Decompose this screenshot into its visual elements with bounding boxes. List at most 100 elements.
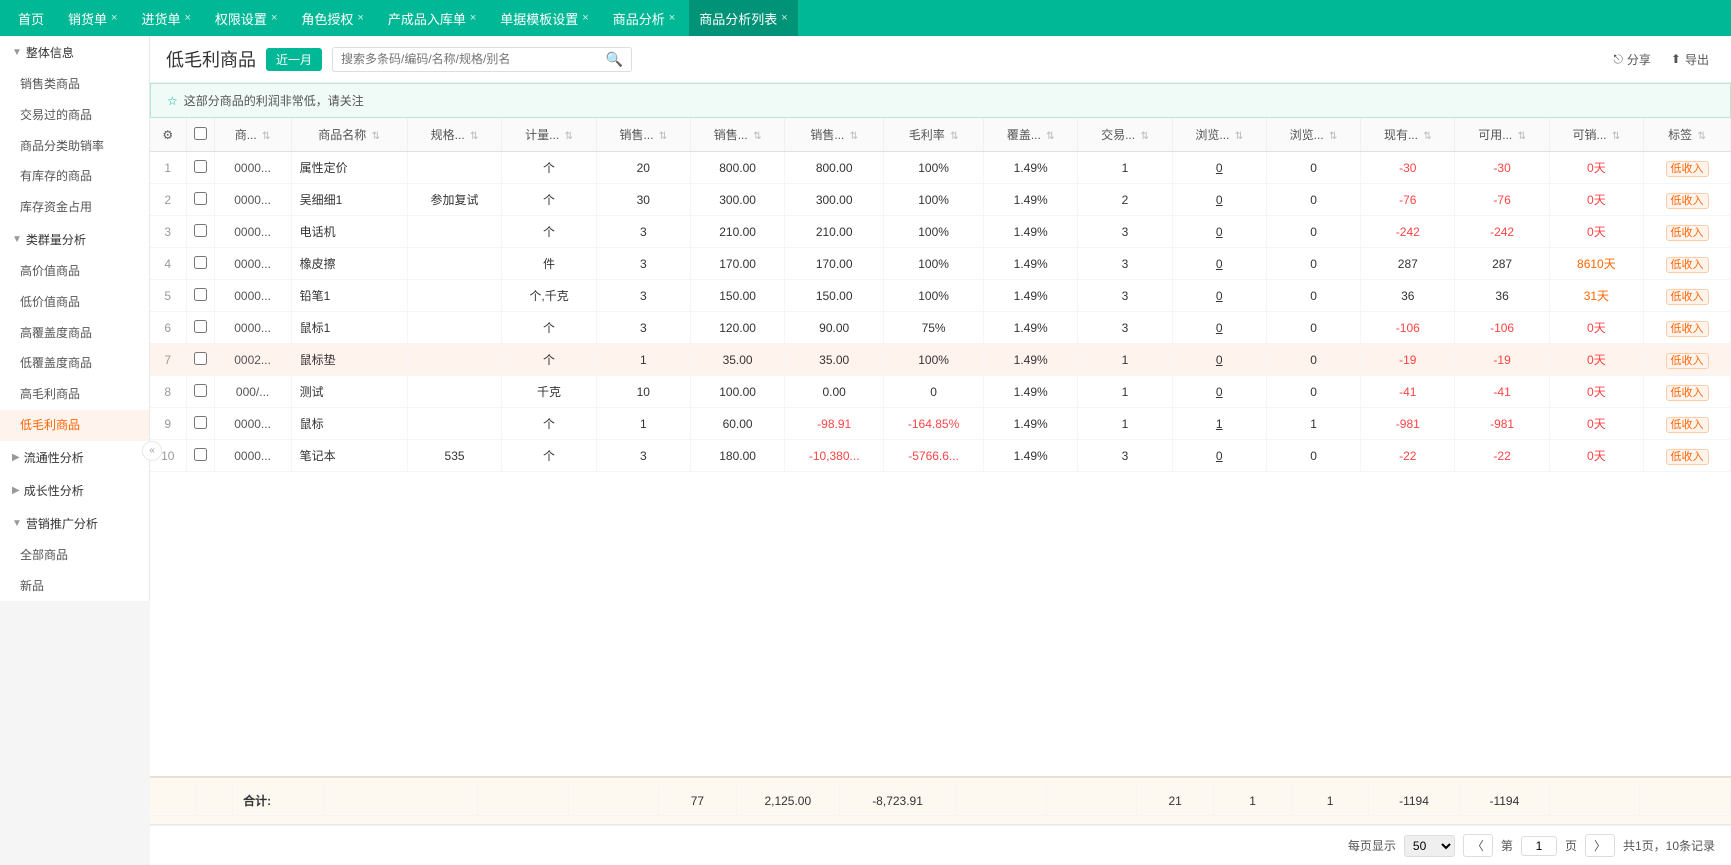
cell-checkbox[interactable] [186,408,214,440]
close-role-auth-icon[interactable]: × [357,12,363,24]
sidebar-group-circulation[interactable]: ▶ 流通性分析 [0,441,149,474]
cell-checkbox[interactable] [186,376,214,408]
sidebar-item-sales-products[interactable]: 销售类商品 [0,69,149,100]
sidebar-item-high-value[interactable]: 高价值商品 [0,256,149,287]
col-sales-qty[interactable]: 销售... ⇅ [596,118,690,152]
cell-view1[interactable]: 0 [1172,216,1266,248]
pagination-bar: 每页显示 50 100 200 〈 第 页 〉 共1页，10条记录 [150,825,1731,865]
close-product-analysis-icon[interactable]: × [669,12,675,24]
sidebar-group-overall-info[interactable]: ▼ 整体信息 [0,36,149,69]
cell-view1[interactable]: 0 [1172,280,1266,312]
nav-product-analysis[interactable]: 商品分析 × [603,0,685,36]
sidebar-item-traded-products[interactable]: 交易过的商品 [0,100,149,131]
cell-view1[interactable]: 0 [1172,312,1266,344]
nav-permission-settings[interactable]: 权限设置 × [205,0,287,36]
cell-checkbox[interactable] [186,440,214,472]
export-button[interactable]: ⬆ 导出 [1665,49,1715,70]
cell-available: -76 [1455,184,1549,216]
cell-view1[interactable]: 0 [1172,184,1266,216]
row-checkbox-10[interactable] [194,448,207,461]
col-available[interactable]: 可用... ⇅ [1455,118,1549,152]
prev-page-button[interactable]: 〈 [1463,834,1493,857]
row-checkbox-9[interactable] [194,416,207,429]
row-checkbox-1[interactable] [194,160,207,173]
col-view1[interactable]: 浏览... ⇅ [1172,118,1266,152]
sidebar-group-growth[interactable]: ▶ 成长性分析 [0,474,149,507]
col-current-stock[interactable]: 现有... ⇅ [1361,118,1455,152]
nav-template-settings[interactable]: 单据模板设置 × [490,0,598,36]
cell-view1[interactable]: 1 [1172,408,1266,440]
sidebar-item-low-value[interactable]: 低价值商品 [0,287,149,318]
sidebar-item-high-margin[interactable]: 高毛利商品 [0,379,149,410]
col-sellable[interactable]: 可销... ⇅ [1549,118,1643,152]
col-sales-price[interactable]: 销售... ⇅ [690,118,784,152]
col-code[interactable]: 商... ⇅ [214,118,291,152]
row-checkbox-3[interactable] [194,224,207,237]
nav-sales-order[interactable]: 销货单 × [58,0,127,36]
nav-product-analysis-list[interactable]: 商品分析列表 × [689,0,797,36]
sidebar-group-cluster-analysis[interactable]: ▼ 类群量分析 [0,223,149,256]
cell-checkbox[interactable] [186,280,214,312]
search-input[interactable] [341,52,606,66]
row-checkbox-7[interactable] [194,352,207,365]
sidebar-item-low-coverage[interactable]: 低覆盖度商品 [0,348,149,379]
close-template-icon[interactable]: × [582,12,588,24]
row-checkbox-4[interactable] [194,256,207,269]
nav-product-inbound[interactable]: 产成品入库单 × [378,0,486,36]
cell-coverage: 1.49% [984,376,1078,408]
sidebar-item-new-products[interactable]: 新品 [0,571,149,602]
share-button[interactable]: ⎋ 分享 [1607,49,1657,70]
cell-view1[interactable]: 0 [1172,376,1266,408]
row-checkbox-6[interactable] [194,320,207,333]
nav-home[interactable]: 首页 [8,0,54,36]
cell-checkbox[interactable] [186,312,214,344]
cell-checkbox[interactable] [186,248,214,280]
cell-trade-count: 3 [1078,280,1172,312]
col-spec[interactable]: 规格... ⇅ [407,118,502,152]
cell-view1[interactable]: 0 [1172,152,1266,184]
row-checkbox-5[interactable] [194,288,207,301]
cell-checkbox[interactable] [186,216,214,248]
close-permission-icon[interactable]: × [271,12,277,24]
col-settings[interactable]: ⚙ [150,118,186,152]
sidebar-item-stocked-products[interactable]: 有库存的商品 [0,161,149,192]
select-all-checkbox[interactable] [194,127,207,140]
col-trade-count[interactable]: 交易... ⇅ [1078,118,1172,152]
row-checkbox-2[interactable] [194,192,207,205]
nav-role-auth[interactable]: 角色授权 × [291,0,373,36]
col-tag[interactable]: 标签 ⇅ [1644,118,1731,152]
sidebar-collapse-button[interactable]: « [142,441,162,461]
sidebar-item-low-margin[interactable]: 低毛利商品 [0,410,149,441]
close-product-inbound-icon[interactable]: × [470,12,476,24]
cell-checkbox[interactable] [186,152,214,184]
page-size-select[interactable]: 50 100 200 [1404,835,1455,857]
cell-checkbox[interactable] [186,184,214,216]
col-unit[interactable]: 计量... ⇅ [502,118,596,152]
col-view2[interactable]: 浏览... ⇅ [1266,118,1360,152]
filter-recent-month-button[interactable]: 近一月 [266,48,322,71]
next-page-button[interactable]: 〉 [1585,834,1615,857]
col-sales-amount[interactable]: 销售... ⇅ [785,118,884,152]
col-name[interactable]: 商品名称 ⇅ [291,118,407,152]
sidebar-item-high-coverage[interactable]: 高覆盖度商品 [0,318,149,349]
cell-view1[interactable]: 0 [1172,440,1266,472]
col-coverage[interactable]: 覆盖... ⇅ [984,118,1078,152]
cell-view1[interactable]: 0 [1172,344,1266,376]
settings-icon[interactable]: ⚙ [162,128,173,142]
sidebar-item-all-products[interactable]: 全部商品 [0,540,149,571]
cell-available: -19 [1455,344,1549,376]
close-purchase-order-icon[interactable]: × [184,12,190,24]
cell-checkbox[interactable] [186,344,214,376]
cell-view2: 0 [1266,280,1360,312]
cell-view1[interactable]: 0 [1172,248,1266,280]
close-analysis-list-icon[interactable]: × [781,12,787,24]
nav-purchase-order[interactable]: 进货单 × [131,0,200,36]
sidebar-group-marketing[interactable]: ▼ 营销推广分析 [0,507,149,540]
sidebar-item-category-sales-rate[interactable]: 商品分类助销率 [0,131,149,162]
cell-row-expand: 2 [150,184,186,216]
row-checkbox-8[interactable] [194,384,207,397]
close-sales-order-icon[interactable]: × [111,12,117,24]
col-gross-margin[interactable]: 毛利率 ⇅ [884,118,984,152]
page-number-input[interactable] [1521,836,1557,856]
sidebar-item-inventory-capital[interactable]: 库存资金占用 [0,192,149,223]
